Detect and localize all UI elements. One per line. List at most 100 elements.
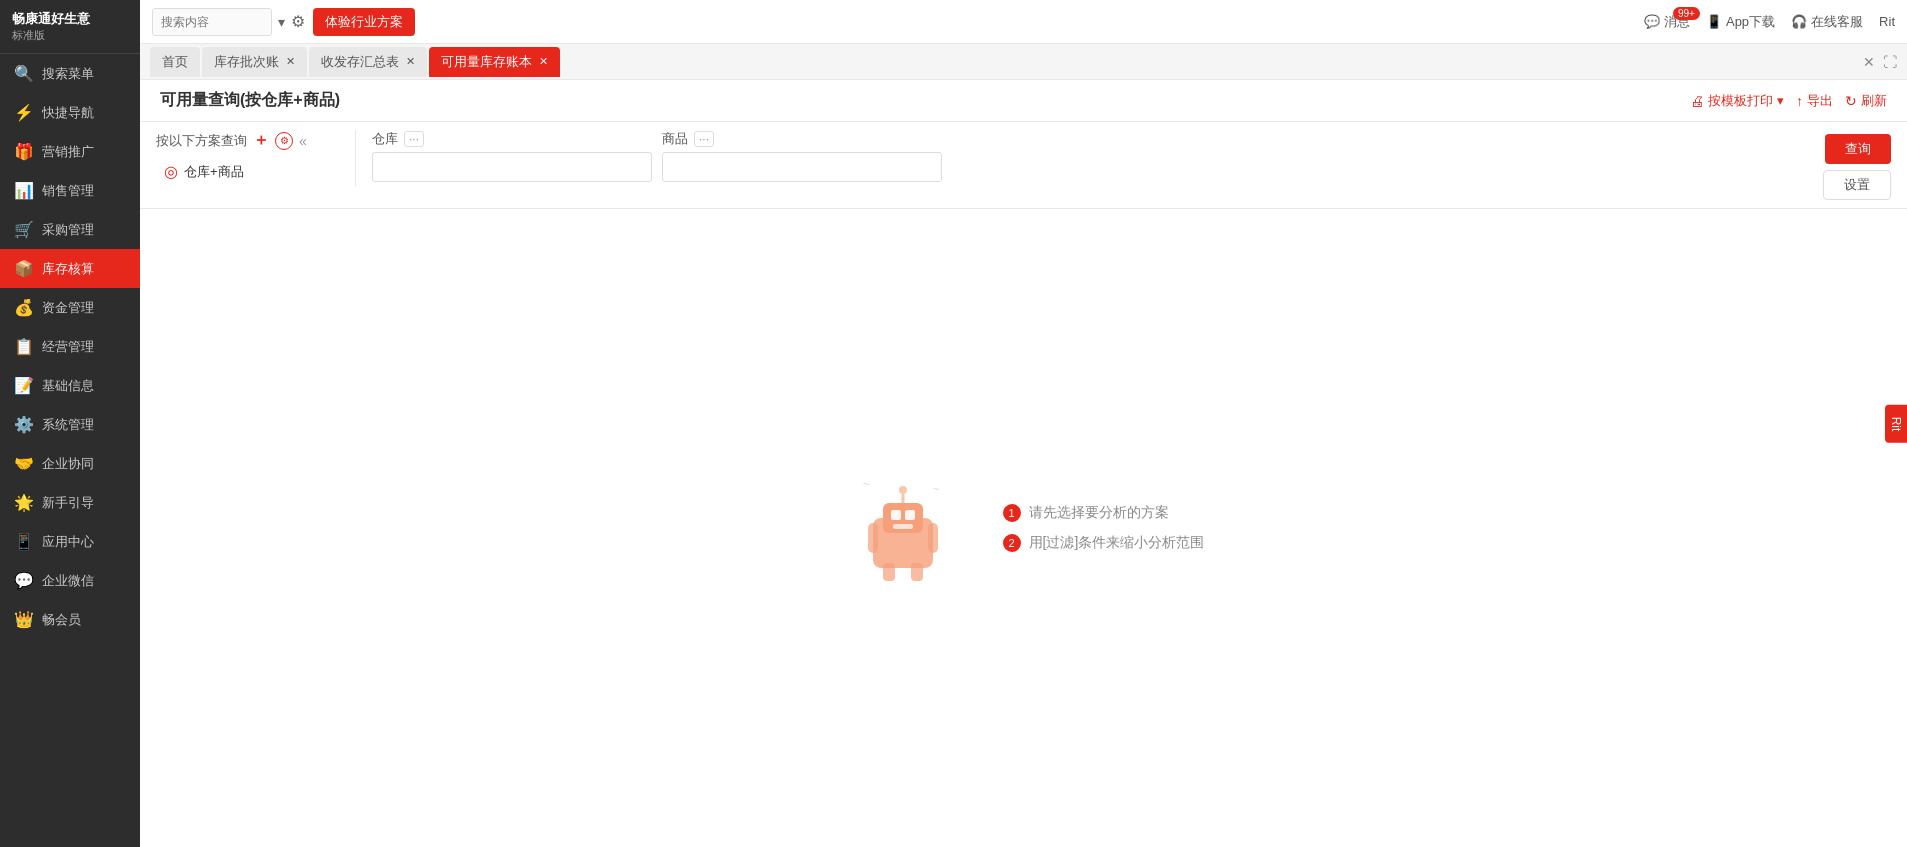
right-handle-label: Rit [1889, 416, 1903, 431]
headset-icon: 🎧 [1791, 14, 1807, 29]
mobile-icon: 📱 [14, 532, 34, 551]
query-button[interactable]: 查询 [1825, 134, 1891, 164]
cart-icon: 🛒 [14, 220, 34, 239]
tab-batch-account[interactable]: 库存批次账 ✕ [202, 47, 307, 77]
app-download-item[interactable]: 📱 App下载 [1706, 13, 1775, 31]
print-icon: 🖨 [1690, 93, 1704, 109]
sidebar-item-shortcut[interactable]: ⚡ 快捷导航 [0, 93, 140, 132]
svg-text:~: ~ [863, 478, 869, 490]
sidebar-item-label: 搜索菜单 [42, 65, 94, 83]
sidebar-item-operations[interactable]: 📋 经营管理 [0, 327, 140, 366]
page-header-actions: 🖨 按模板打印 ▾ ↑ 导出 ↻ 刷新 [1690, 92, 1887, 110]
export-button[interactable]: ↑ 导出 [1796, 92, 1833, 110]
close-window-button[interactable]: ✕ [1863, 54, 1875, 70]
sidebar-item-finance[interactable]: 💰 资金管理 [0, 288, 140, 327]
search-icon: 🔍 [14, 64, 34, 83]
tab-close-icon[interactable]: ✕ [286, 55, 295, 68]
scheme-item-warehouse-goods[interactable]: ◎ 仓库+商品 [156, 157, 343, 186]
goods-more-button[interactable]: ··· [694, 131, 714, 147]
scheme-collapse-button[interactable]: « [299, 133, 307, 149]
tab-home[interactable]: 首页 [150, 47, 200, 77]
print-template-button[interactable]: 🖨 按模板打印 ▾ [1690, 92, 1784, 110]
settings-button[interactable]: 设置 [1823, 170, 1891, 200]
scheme-add-button[interactable]: ＋ [253, 130, 269, 151]
message-icon: 💬 [1644, 14, 1660, 29]
filter-section: 仓库 ··· 商品 ··· [356, 130, 1823, 182]
settings-icon[interactable]: ⚙ [291, 12, 305, 31]
box-icon: 📦 [14, 259, 34, 278]
lightning-icon: ⚡ [14, 103, 34, 122]
sidebar-item-app-center[interactable]: 📱 应用中心 [0, 522, 140, 561]
sidebar-item-label: 企业微信 [42, 572, 94, 590]
topbar: ▾ ⚙ 体验行业方案 💬 消息 99+ 📱 App下载 🎧 在线客服 Rit [140, 0, 1907, 44]
maximize-window-button[interactable]: ⛶ [1883, 54, 1897, 70]
svg-rect-5 [868, 523, 878, 553]
user-name: Rit [1879, 14, 1895, 29]
svg-rect-2 [891, 510, 901, 520]
tab-batch-account-label: 库存批次账 [214, 53, 279, 71]
filter-warehouse-input[interactable] [372, 152, 652, 182]
empty-text-area: 1 请先选择要分析的方案 2 用[过滤]条件来缩小分析范围 [1003, 504, 1205, 552]
empty-step-1: 1 请先选择要分析的方案 [1003, 504, 1205, 522]
empty-step-2: 2 用[过滤]条件来缩小分析范围 [1003, 534, 1205, 552]
industry-solution-button[interactable]: 体验行业方案 [313, 8, 415, 36]
sidebar-item-basic-info[interactable]: 📝 基础信息 [0, 366, 140, 405]
scheme-settings-button[interactable]: ⚙ [275, 132, 293, 150]
sidebar-item-corp-wechat[interactable]: 💬 企业微信 [0, 561, 140, 600]
tab-receive-summary[interactable]: 收发存汇总表 ✕ [309, 47, 427, 77]
sidebar-item-sales[interactable]: 📊 销售管理 [0, 171, 140, 210]
sidebar-item-label: 企业协同 [42, 455, 94, 473]
warehouse-more-button[interactable]: ··· [404, 131, 424, 147]
main-content: ▾ ⚙ 体验行业方案 💬 消息 99+ 📱 App下载 🎧 在线客服 Rit [140, 0, 1907, 847]
tab-close-icon[interactable]: ✕ [406, 55, 415, 68]
sidebar-item-search[interactable]: 🔍 搜索菜单 [0, 54, 140, 93]
chart-icon: 📊 [14, 181, 34, 200]
sidebar-nav: 🔍 搜索菜单 ⚡ 快捷导航 🎁 营销推广 📊 销售管理 🛒 采购管理 📦 库存核… [0, 54, 140, 847]
refresh-button[interactable]: ↻ 刷新 [1845, 92, 1887, 110]
query-btn-area: 查询 设置 [1823, 130, 1891, 200]
sidebar: 畅康通好生意 标准版 🔍 搜索菜单 ⚡ 快捷导航 🎁 营销推广 📊 销售管理 🛒… [0, 0, 140, 847]
sidebar-item-marketing[interactable]: 🎁 营销推广 [0, 132, 140, 171]
message-badge[interactable]: 💬 消息 99+ [1644, 13, 1690, 31]
filter-goods-input[interactable] [662, 152, 942, 182]
gift-icon: 🎁 [14, 142, 34, 161]
empty-svg-icon: ~ ~ [843, 468, 963, 588]
svg-rect-6 [928, 523, 938, 553]
clipboard-icon: 📋 [14, 337, 34, 356]
tab-receive-summary-label: 收发存汇总表 [321, 53, 399, 71]
sidebar-item-label: 系统管理 [42, 416, 94, 434]
sidebar-logo: 畅康通好生意 标准版 [0, 0, 140, 54]
online-service-item[interactable]: 🎧 在线客服 [1791, 13, 1863, 31]
tab-available-ledger[interactable]: 可用量库存账本 ✕ [429, 47, 560, 77]
sidebar-item-label: 销售管理 [42, 182, 94, 200]
sidebar-item-label: 快捷导航 [42, 104, 94, 122]
empty-step-2-text: 用[过滤]条件来缩小分析范围 [1029, 534, 1205, 552]
sidebar-item-corp-collab[interactable]: 🤝 企业协同 [0, 444, 140, 483]
filter-warehouse-label: 仓库 ··· [372, 130, 652, 148]
tab-close-icon[interactable]: ✕ [539, 55, 548, 68]
scheme-item-icon: ◎ [164, 162, 178, 181]
sidebar-item-label: 资金管理 [42, 299, 94, 317]
filter-goods-field: 商品 ··· [662, 130, 942, 182]
sidebar-item-purchase[interactable]: 🛒 采购管理 [0, 210, 140, 249]
refresh-icon: ↻ [1845, 93, 1857, 109]
filter-goods-label: 商品 ··· [662, 130, 942, 148]
user-info[interactable]: Rit [1879, 14, 1895, 29]
refresh-label: 刷新 [1861, 92, 1887, 110]
sidebar-item-inventory[interactable]: 📦 库存核算 [0, 249, 140, 288]
right-side-handle[interactable]: Rit [1885, 404, 1907, 443]
crown-icon: 👑 [14, 610, 34, 629]
sidebar-item-label: 新手引导 [42, 494, 94, 512]
sidebar-item-system[interactable]: ⚙️ 系统管理 [0, 405, 140, 444]
topbar-right-actions: 💬 消息 99+ 📱 App下载 🎧 在线客服 Rit [1644, 13, 1895, 31]
topbar-search-input[interactable] [152, 8, 272, 36]
export-icon: ↑ [1796, 93, 1803, 109]
dropdown-arrow-icon[interactable]: ▾ [278, 14, 285, 30]
svg-rect-8 [911, 563, 923, 581]
sidebar-item-vip[interactable]: 👑 畅会员 [0, 600, 140, 639]
sidebar-item-new-guide[interactable]: 🌟 新手引导 [0, 483, 140, 522]
print-dropdown-icon[interactable]: ▾ [1777, 93, 1784, 108]
scheme-header: 按以下方案查询 ＋ ⚙ « [156, 130, 343, 151]
tab-available-ledger-label: 可用量库存账本 [441, 53, 532, 71]
sidebar-item-label: 营销推广 [42, 143, 94, 161]
